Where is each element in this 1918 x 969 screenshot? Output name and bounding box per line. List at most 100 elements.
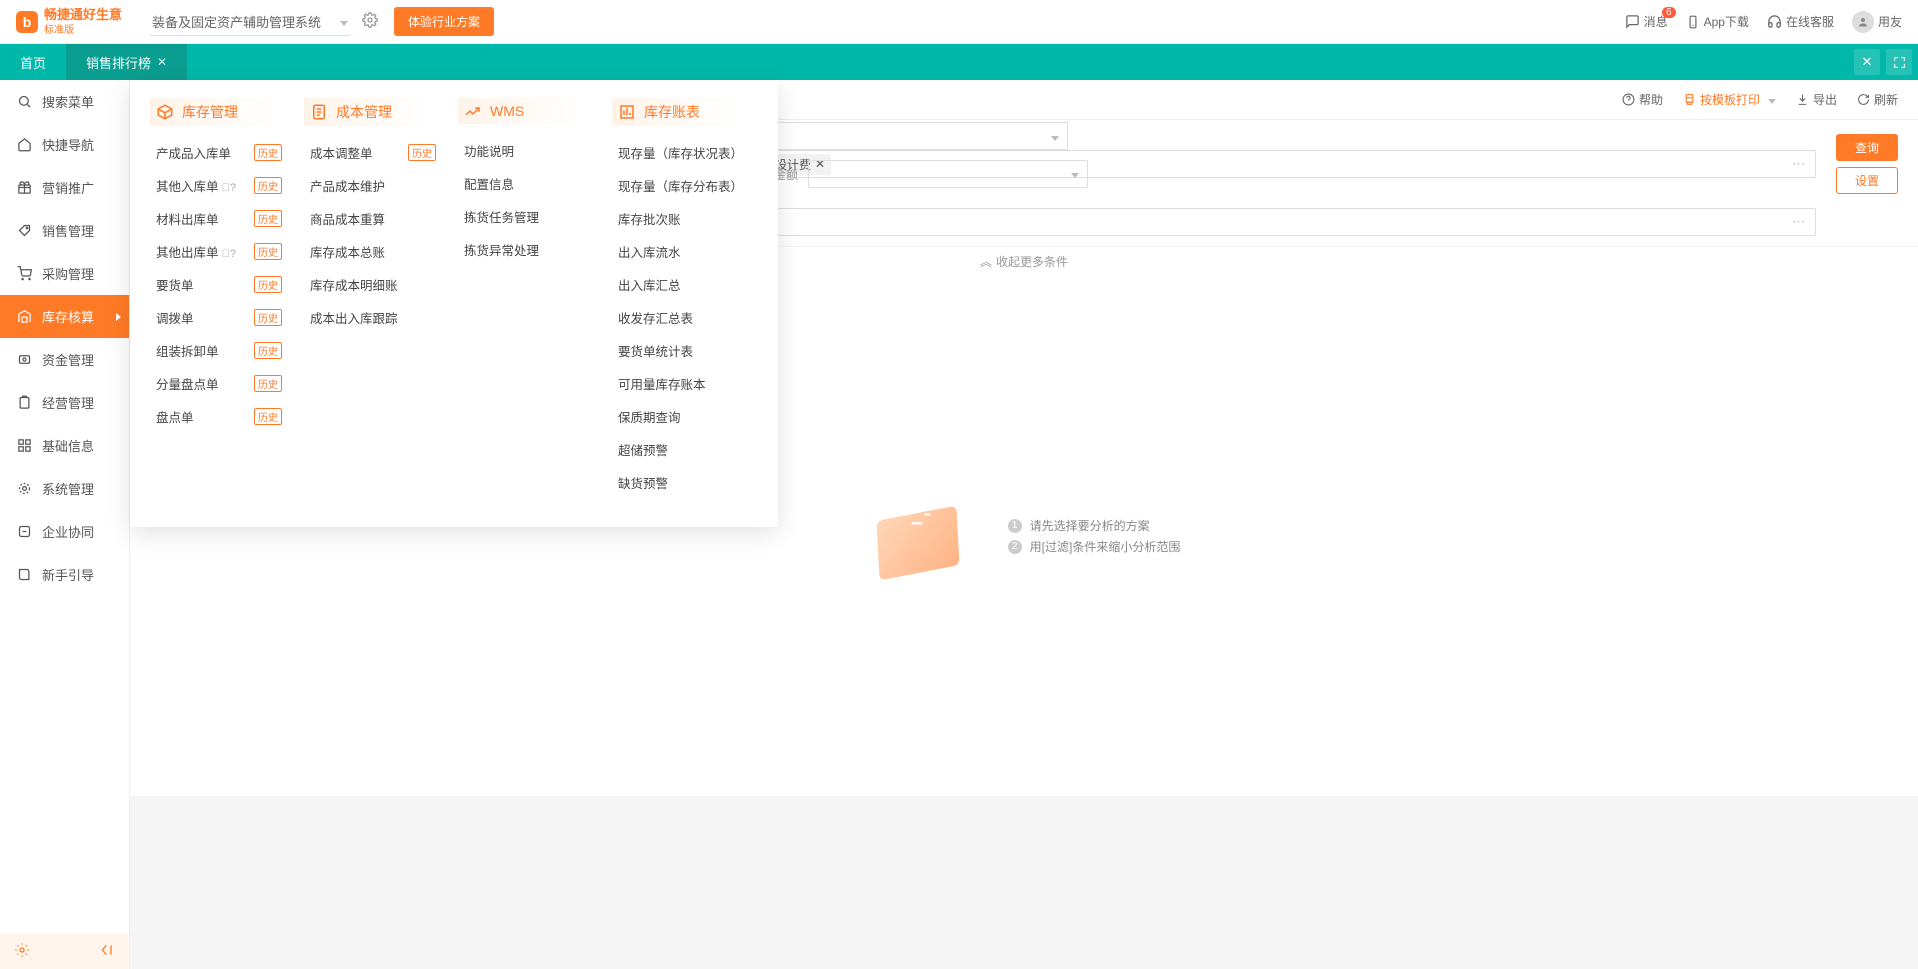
sidebar-item-marketing[interactable]: 营销推广: [0, 166, 129, 209]
try-industry-button[interactable]: 体验行业方案: [394, 7, 494, 36]
help-icon: [1622, 93, 1635, 106]
settings-icon[interactable]: [14, 942, 30, 961]
menu-item[interactable]: 出入库流水: [612, 235, 750, 268]
sidebar-item-basedata[interactable]: 基础信息: [0, 424, 129, 467]
menu-item[interactable]: 超储预警: [612, 433, 750, 466]
cart-icon: [16, 266, 32, 281]
history-badge[interactable]: 历史: [254, 243, 282, 260]
history-badge[interactable]: 历史: [408, 144, 436, 161]
menu-item[interactable]: 保质期查询: [612, 400, 750, 433]
menu-item[interactable]: 库存成本总账: [304, 235, 442, 268]
sidebar-item-label: 销售管理: [42, 221, 94, 240]
menu-item[interactable]: 其他出库单 ⃝?历史: [150, 235, 288, 268]
menu-item-label: 出入库汇总: [618, 275, 681, 294]
refresh-icon: [1857, 93, 1870, 106]
history-badge[interactable]: 历史: [254, 210, 282, 227]
sidebar-item-quicknav[interactable]: 快捷导航: [0, 123, 129, 166]
menu-item[interactable]: 产品成本维护: [304, 169, 442, 202]
history-badge[interactable]: 历史: [254, 177, 282, 194]
system-selector[interactable]: 装备及固定资产辅助管理系统: [150, 8, 350, 36]
sidebar-item-label: 搜索菜单: [42, 92, 94, 111]
staff-input[interactable]: ⋯: [760, 208, 1816, 236]
online-service-button[interactable]: 在线客服: [1767, 13, 1834, 30]
menu-item[interactable]: 成本调整单 历史: [304, 136, 442, 169]
message-icon: [1625, 14, 1640, 29]
sidebar-item-collab[interactable]: 企业协同: [0, 510, 129, 553]
sidebar-item-purchase[interactable]: 采购管理: [0, 252, 129, 295]
history-badge[interactable]: 历史: [254, 375, 282, 392]
history-badge[interactable]: 历史: [254, 144, 282, 161]
menu-item[interactable]: 要货单统计表: [612, 334, 750, 367]
close-icon[interactable]: ✕: [157, 55, 167, 69]
menu-item[interactable]: 配置信息: [458, 167, 596, 200]
menu-item[interactable]: 商品成本重算: [304, 202, 442, 235]
collapse-sidebar-icon[interactable]: [99, 942, 115, 961]
partial-select-visible[interactable]: [778, 122, 1068, 150]
menu-item[interactable]: 组装拆卸单历史: [150, 334, 288, 367]
sidebar-item-sales[interactable]: 销售管理: [0, 209, 129, 252]
history-badge[interactable]: 历史: [254, 342, 282, 359]
menu-item[interactable]: 其他入库单 ⃝? 历史: [150, 169, 288, 202]
menu-item-label: 成本调整单: [310, 143, 373, 162]
menu-item[interactable]: 现存量（库存状况表）: [612, 136, 750, 169]
menu-item[interactable]: 现存量（库存分布表）: [612, 169, 750, 202]
refresh-button[interactable]: 刷新: [1857, 91, 1898, 108]
amount-input-visible[interactable]: [808, 160, 1088, 188]
messages-button[interactable]: 消息 6: [1625, 13, 1668, 30]
menu-item[interactable]: 成本出入库跟踪: [304, 301, 442, 334]
menu-item[interactable]: 拣货异常处理: [458, 233, 596, 266]
empty-illustration-icon: [868, 491, 978, 581]
menu-item[interactable]: 收发存汇总表: [612, 301, 750, 334]
help-hint-icon[interactable]: ⃝?: [219, 182, 236, 194]
menu-item[interactable]: 要货单历史: [150, 268, 288, 301]
search-icon: [16, 94, 32, 109]
history-badge[interactable]: 历史: [254, 276, 282, 293]
brand-logo[interactable]: b 畅捷通好生意 标准版: [16, 8, 130, 36]
export-button[interactable]: 导出: [1796, 91, 1837, 108]
inventory-flyout-menu: 库存管理 产成品入库单历史 其他入库单 ⃝?历史 材料出库单历史 其他出库单 ⃝…: [130, 80, 778, 527]
menu-item[interactable]: 拣货任务管理: [458, 200, 596, 233]
menu-item-label: 现存量（库存状况表）: [618, 143, 743, 162]
menu-item[interactable]: 缺货预警: [612, 466, 750, 499]
headset-icon: [1767, 14, 1782, 29]
filter-settings-button[interactable]: 设置: [1836, 167, 1898, 194]
flyout-section-title: 库存账表: [644, 102, 700, 122]
menu-item[interactable]: 功能说明: [458, 134, 596, 167]
menu-item-label: 其他入库单: [156, 180, 219, 194]
menu-item[interactable]: 材料出库单历史: [150, 202, 288, 235]
menu-item-label: 成本出入库跟踪: [310, 308, 398, 327]
sidebar-item-inventory[interactable]: 库存核算: [0, 295, 129, 338]
menu-item[interactable]: 盘点单历史: [150, 400, 288, 433]
sidebar-item-finance[interactable]: 资金管理: [0, 338, 129, 381]
sidebar-item-system[interactable]: 系统管理: [0, 467, 129, 510]
app-download-button[interactable]: App下载: [1686, 13, 1749, 30]
history-badge[interactable]: 历史: [254, 408, 282, 425]
query-button[interactable]: 查询: [1836, 134, 1898, 161]
sidebar-item-search[interactable]: 搜索菜单: [0, 80, 129, 123]
menu-item[interactable]: 分量盘点单历史: [150, 367, 288, 400]
user-menu[interactable]: 用友: [1852, 11, 1902, 33]
more-icon[interactable]: ⋯: [1792, 214, 1807, 230]
more-icon[interactable]: ⋯: [1792, 156, 1807, 172]
money-icon: [16, 352, 32, 367]
menu-item[interactable]: 出入库汇总: [612, 268, 750, 301]
menu-item[interactable]: 调拨单历史: [150, 301, 288, 334]
tab-strip: 首页 销售排行榜 ✕ ✕: [0, 44, 1918, 80]
sidebar-item-operation[interactable]: 经营管理: [0, 381, 129, 424]
fullscreen-button[interactable]: [1886, 49, 1912, 75]
help-button[interactable]: 帮助: [1622, 91, 1663, 108]
menu-item[interactable]: 库存成本明细账: [304, 268, 442, 301]
gear-icon[interactable]: [362, 12, 378, 31]
tab-sales-ranking[interactable]: 销售排行榜 ✕: [66, 44, 187, 80]
sidebar-item-guide[interactable]: 新手引导: [0, 553, 129, 596]
tab-home[interactable]: 首页: [0, 44, 66, 80]
menu-item[interactable]: 产成品入库单 历史: [150, 136, 288, 169]
print-template-button[interactable]: 按模板打印: [1683, 91, 1776, 108]
history-badge[interactable]: 历史: [254, 309, 282, 326]
menu-item[interactable]: 库存批次账: [612, 202, 750, 235]
help-hint-icon[interactable]: ⃝?: [219, 248, 236, 260]
menu-item-label: 保质期查询: [618, 407, 681, 426]
tab-close-all-button[interactable]: ✕: [1854, 49, 1880, 75]
menu-item-label: 产成品入库单: [156, 147, 231, 161]
menu-item[interactable]: 可用量库存账本: [612, 367, 750, 400]
